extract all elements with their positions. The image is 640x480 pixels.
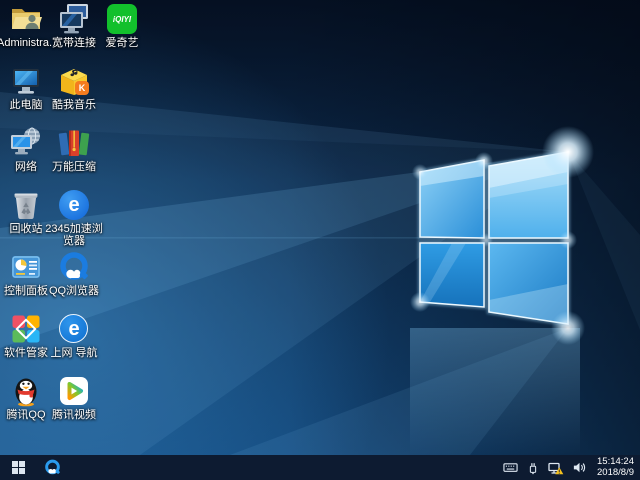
web-navigation-icon: e: [58, 313, 90, 345]
keyboard-icon: [502, 463, 518, 472]
icon-label: QQ浏览器: [48, 285, 100, 297]
usb-icon: [529, 462, 537, 474]
network-status-button[interactable]: [547, 455, 565, 480]
taskbar-clock[interactable]: 15:14:24 2018/8/9: [593, 456, 637, 478]
control-panel-icon: [10, 251, 42, 283]
desktop-icon-wanneng-compress[interactable]: 万能压缩: [50, 127, 98, 173]
desktop-icon-web-navigation[interactable]: e 上网 导航: [50, 313, 98, 359]
clock-time: 15:14:24: [597, 456, 634, 467]
windows-logo-icon: [11, 461, 25, 474]
desktop-icon-broadband-connection[interactable]: 宽带连接: [50, 3, 98, 49]
network-globe-icon: [10, 127, 42, 159]
compressed-books-icon: [58, 127, 90, 159]
iqiyi-icon: iQIYI: [106, 3, 138, 35]
clock-date: 2018/8/9: [597, 466, 634, 478]
desktop-icon-network[interactable]: 网络: [2, 127, 50, 173]
start-button[interactable]: [0, 455, 36, 480]
kuwo-music-icon: K: [58, 65, 90, 97]
computer-icon: [10, 65, 42, 97]
touch-keyboard-button[interactable]: [501, 455, 519, 480]
recycle-bin-icon: [10, 189, 42, 221]
qq-browser-icon: [44, 459, 60, 475]
desktop-icon-2345-browser[interactable]: e 2345加速浏览器: [45, 189, 103, 247]
system-tray: 15:14:24 2018/8/9: [501, 455, 640, 480]
desktop-icon-tencent-qq[interactable]: 腾讯QQ: [2, 375, 50, 421]
speaker-icon: [573, 462, 585, 473]
taskbar-qq-browser-button[interactable]: [36, 455, 68, 480]
icon-label: 腾讯视频: [52, 409, 96, 421]
software-manager-icon: [10, 313, 42, 345]
tencent-video-icon: [58, 375, 90, 407]
desktop-icon-software-manager[interactable]: 软件管家: [2, 313, 50, 359]
desktop-icon-administrator[interactable]: Administra...: [0, 3, 58, 49]
qq-penguin-icon: [10, 375, 42, 407]
icon-label: 2345加速浏览器: [45, 223, 103, 247]
usb-device-button[interactable]: [524, 455, 542, 480]
icon-label: 万能压缩: [52, 161, 96, 173]
desktop-icon-qq-browser[interactable]: QQ浏览器: [49, 251, 99, 297]
desktop-icon-kuwo-music[interactable]: K 酷我音乐: [50, 65, 98, 111]
dual-monitor-icon: [58, 3, 90, 35]
taskbar: 15:14:24 2018/8/9: [0, 455, 640, 480]
desktop-icon-iqiyi[interactable]: iQIYI 爱奇艺: [98, 3, 146, 49]
desktop-icon-recycle-bin[interactable]: 回收站: [2, 189, 50, 235]
network-warning-icon: [548, 462, 564, 474]
icon-label: 酷我音乐: [52, 99, 96, 111]
user-folder-icon: [10, 3, 42, 35]
desktop-icon-tencent-video[interactable]: 腾讯视频: [50, 375, 98, 421]
qq-browser-icon: [58, 251, 90, 283]
kuwo-k-badge: K: [75, 81, 89, 95]
icon-label: 爱奇艺: [105, 37, 139, 49]
windows-desktop: Administra... 宽带连接 iQIYI 爱奇艺 此电脑 K 酷我音乐 …: [0, 0, 640, 480]
desktop-icon-this-pc[interactable]: 此电脑: [2, 65, 50, 111]
2345-browser-icon: e: [58, 189, 90, 221]
desktop-icon-control-panel[interactable]: 控制面板: [2, 251, 50, 297]
volume-button[interactable]: [570, 455, 588, 480]
icon-label: 上网 导航: [50, 347, 98, 359]
